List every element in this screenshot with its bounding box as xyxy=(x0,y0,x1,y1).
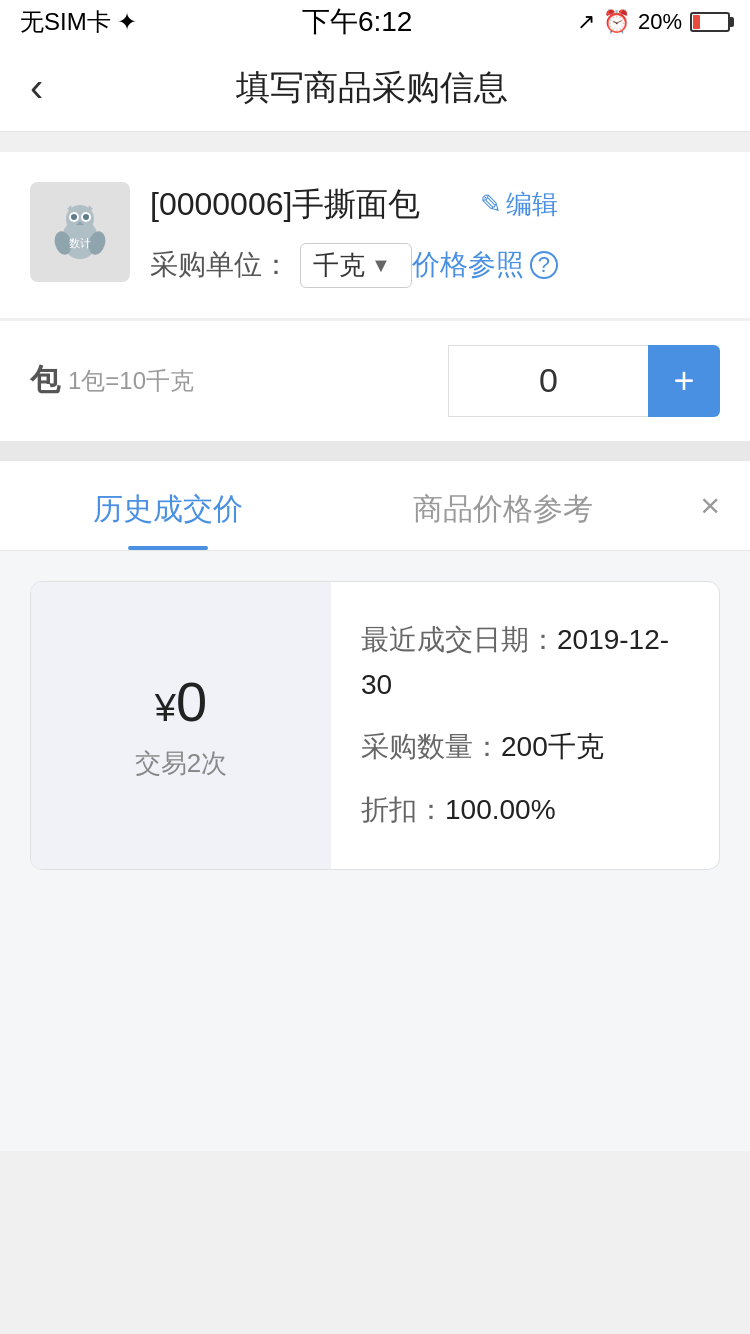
nav-bar: ‹ 填写商品采购信息 xyxy=(0,44,750,132)
status-right: ↗ ⏰ 20% xyxy=(577,9,730,35)
unit-value: 千克 xyxy=(313,248,365,283)
unit-left: 采购单位： 千克 ▼ xyxy=(150,243,412,288)
price-main: ¥0 xyxy=(155,669,207,734)
sim-status: 无SIM卡 ✦ xyxy=(20,6,137,38)
battery-icon xyxy=(690,12,730,32)
quantity-plus-button[interactable]: + xyxy=(648,345,720,417)
tab-history-price[interactable]: 历史成交价 xyxy=(0,461,335,550)
purchase-quantity-value: 200千克 xyxy=(501,731,604,762)
page-title: 填写商品采购信息 xyxy=(63,65,680,111)
price-amount: 0 xyxy=(176,670,207,733)
discount-label: 折扣： xyxy=(361,794,445,825)
gray-divider xyxy=(0,441,750,461)
product-info: [0000006]手撕面包 ✎ 编辑 采购单位： 千克 ▼ xyxy=(150,182,558,288)
chevron-down-icon: ▼ xyxy=(371,254,391,277)
quantity-display: 0 xyxy=(448,345,648,417)
unit-select[interactable]: 千克 ▼ xyxy=(300,243,412,288)
product-name-row: 数计 [0000006]手撕面包 ✎ 编辑 采购单位： 千克 xyxy=(30,182,720,288)
status-left: 无SIM卡 ✦ xyxy=(20,6,137,38)
edit-button[interactable]: ✎ 编辑 xyxy=(480,187,558,222)
back-button[interactable]: ‹ xyxy=(30,65,63,110)
currency-symbol: ¥ xyxy=(155,687,176,729)
tab-price-reference[interactable]: 商品价格参考 xyxy=(335,461,670,550)
product-logo: 数计 xyxy=(45,197,115,267)
edit-icon: ✎ xyxy=(480,189,502,220)
package-label: 包 1包=10千克 xyxy=(30,360,194,401)
discount-value: 100.00% xyxy=(445,794,556,825)
quantity-input-group: 0 + xyxy=(448,345,720,417)
svg-point-5 xyxy=(83,214,89,220)
package-unit-info: 1包=10千克 xyxy=(68,365,194,397)
alarm-icon: ⏰ xyxy=(603,9,630,35)
price-trades: 交易2次 xyxy=(135,746,227,781)
discount-row: 折扣：100.00% xyxy=(361,788,689,833)
status-bar: 无SIM卡 ✦ 下午6:12 ↗ ⏰ 20% xyxy=(0,0,750,44)
price-card-right: 最近成交日期：2019-12-30 采购数量：200千克 折扣：100.00% xyxy=(331,582,719,869)
product-image: 数计 xyxy=(30,182,130,282)
product-name: [0000006]手撕面包 xyxy=(150,182,420,227)
price-card: ¥0 交易2次 最近成交日期：2019-12-30 采购数量：200千克 折扣：… xyxy=(30,581,720,870)
unit-label: 采购单位： xyxy=(150,246,290,284)
location-icon: ↗ xyxy=(577,9,595,35)
package-box-label: 包 xyxy=(30,360,60,401)
info-icon: ? xyxy=(530,251,558,279)
price-card-left: ¥0 交易2次 xyxy=(31,582,331,869)
tab-bar: 历史成交价 商品价格参考 × xyxy=(0,461,750,551)
recent-date-label: 最近成交日期： xyxy=(361,624,557,655)
purchase-quantity-label: 采购数量： xyxy=(361,731,501,762)
price-ref-label: 价格参照 xyxy=(412,246,524,284)
battery-percent: 20% xyxy=(638,9,682,35)
svg-point-4 xyxy=(71,214,77,220)
product-top-row: 数计 [0000006]手撕面包 ✎ 编辑 采购单位： 千克 xyxy=(30,182,558,288)
product-card: 数计 [0000006]手撕面包 ✎ 编辑 采购单位： 千克 xyxy=(0,152,750,318)
quantity-section: 包 1包=10千克 0 + xyxy=(0,320,750,441)
unit-row: 采购单位： 千克 ▼ 价格参照 ? xyxy=(150,243,558,288)
svg-text:数计: 数计 xyxy=(69,237,91,249)
content-area: ¥0 交易2次 最近成交日期：2019-12-30 采购数量：200千克 折扣：… xyxy=(0,551,750,1151)
recent-date-row: 最近成交日期：2019-12-30 xyxy=(361,618,689,708)
status-time: 下午6:12 xyxy=(302,3,413,41)
price-ref-button[interactable]: 价格参照 ? xyxy=(412,246,558,284)
purchase-quantity-row: 采购数量：200千克 xyxy=(361,725,689,770)
tab-close-button[interactable]: × xyxy=(670,466,750,545)
